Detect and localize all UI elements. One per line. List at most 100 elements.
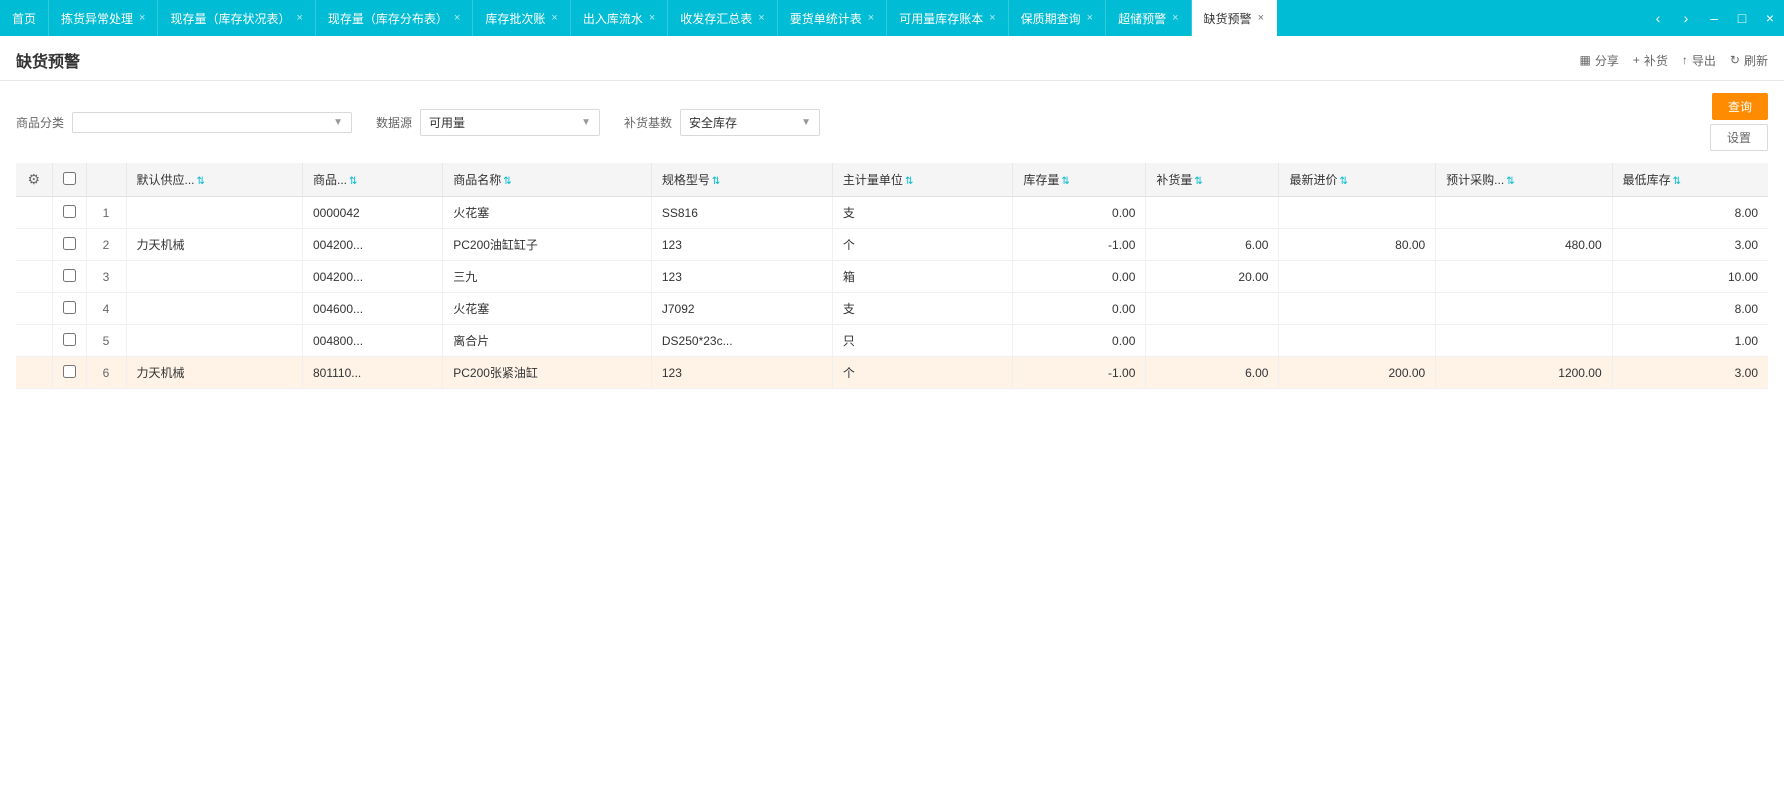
refresh-action[interactable]: ↻ 刷新 bbox=[1730, 52, 1768, 69]
tab-close-batch-account[interactable]: × bbox=[551, 12, 557, 24]
table-row: 4 004600... 火花塞 J7092 支 0.00 8.00 bbox=[16, 293, 1768, 325]
window-close-btn[interactable]: × bbox=[1756, 0, 1784, 36]
td-latest-price-4 bbox=[1279, 325, 1436, 357]
td-checkbox-4[interactable] bbox=[52, 325, 86, 357]
replenish-label: 补货 bbox=[1644, 52, 1668, 69]
tab-close-available-ledger[interactable]: × bbox=[989, 12, 995, 24]
th-checkbox bbox=[52, 163, 86, 197]
page-title: 缺货预警 bbox=[16, 48, 80, 72]
replenish-base-label: 补货基数 bbox=[624, 114, 672, 131]
tab-inventory-dist[interactable]: 现存量（库存分布表）× bbox=[316, 0, 473, 36]
replenish-base-select[interactable]: 安全库存 ▼ bbox=[680, 109, 820, 136]
row-checkbox-5[interactable] bbox=[63, 365, 76, 378]
td-stock-3: 0.00 bbox=[1013, 293, 1146, 325]
td-checkbox-5[interactable] bbox=[52, 357, 86, 389]
tab-inout-flow[interactable]: 出入库流水× bbox=[571, 0, 668, 36]
main-content: 缺货预警 ▦ 分享 + 补货 ↑ 导出 ↻ 刷新 商品分类 bbox=[0, 36, 1784, 796]
td-supplier-4 bbox=[126, 325, 302, 357]
td-stock-2: 0.00 bbox=[1013, 261, 1146, 293]
td-code-1: 004200... bbox=[302, 229, 442, 261]
th-stock[interactable]: 库存量⇅ bbox=[1013, 163, 1146, 197]
tab-abnormal[interactable]: 拣货异常处理× bbox=[49, 0, 158, 36]
tab-home[interactable]: 首页 bbox=[0, 0, 49, 36]
query-button[interactable]: 查询 bbox=[1712, 93, 1768, 120]
window-maximize-btn[interactable]: □ bbox=[1728, 0, 1756, 36]
datasource-select-text: 可用量 bbox=[429, 114, 465, 131]
select-all-checkbox[interactable] bbox=[63, 172, 76, 185]
td-gear-3 bbox=[16, 293, 52, 325]
replenish-icon: + bbox=[1633, 53, 1640, 67]
td-code-0: 0000042 bbox=[302, 197, 442, 229]
td-spec-4: DS250*23c... bbox=[651, 325, 832, 357]
th-product-code[interactable]: 商品...⇅ bbox=[302, 163, 442, 197]
row-checkbox-0[interactable] bbox=[63, 205, 76, 218]
th-gear[interactable]: ⚙ bbox=[16, 163, 52, 197]
th-estimated-purchase[interactable]: 预计采购...⇅ bbox=[1436, 163, 1612, 197]
tab-shortage[interactable]: 缺货预警× bbox=[1192, 0, 1277, 36]
replenish-base-select-text: 安全库存 bbox=[689, 114, 737, 131]
row-checkbox-4[interactable] bbox=[63, 333, 76, 346]
tab-label-home: 首页 bbox=[12, 10, 36, 27]
tab-prev-btn[interactable]: ‹ bbox=[1644, 0, 1672, 36]
tab-expiry-query[interactable]: 保质期查询× bbox=[1009, 0, 1106, 36]
settings-button[interactable]: 设置 bbox=[1710, 124, 1768, 151]
tab-close-inventory-dist[interactable]: × bbox=[454, 12, 460, 24]
td-gear-0 bbox=[16, 197, 52, 229]
category-filter-group: 商品分类 ▼ bbox=[16, 112, 352, 133]
td-index-2: 3 bbox=[86, 261, 126, 293]
tab-next-btn[interactable]: › bbox=[1672, 0, 1700, 36]
td-stock-5: -1.00 bbox=[1013, 357, 1146, 389]
th-replenish-qty[interactable]: 补货量⇅ bbox=[1146, 163, 1279, 197]
td-replenish-qty-0 bbox=[1146, 197, 1279, 229]
tab-close-expiry-query[interactable]: × bbox=[1087, 12, 1093, 24]
td-stock-4: 0.00 bbox=[1013, 325, 1146, 357]
tab-overstock[interactable]: 超储预警× bbox=[1106, 0, 1191, 36]
tab-available-ledger[interactable]: 可用量库存账本× bbox=[887, 0, 1008, 36]
tab-close-overstock[interactable]: × bbox=[1172, 12, 1178, 24]
window-minimize-btn[interactable]: – bbox=[1700, 0, 1728, 36]
filter-actions: 查询 设置 bbox=[1710, 93, 1768, 151]
share-action[interactable]: ▦ 分享 bbox=[1580, 52, 1619, 69]
row-checkbox-3[interactable] bbox=[63, 301, 76, 314]
th-min-stock[interactable]: 最低库存⇅ bbox=[1612, 163, 1768, 197]
td-code-4: 004800... bbox=[302, 325, 442, 357]
td-unit-3: 支 bbox=[832, 293, 1012, 325]
tab-batch-account[interactable]: 库存批次账× bbox=[473, 0, 570, 36]
tab-close-abnormal[interactable]: × bbox=[139, 12, 145, 24]
th-index bbox=[86, 163, 126, 197]
td-replenish-qty-3 bbox=[1146, 293, 1279, 325]
tab-close-shortage[interactable]: × bbox=[1258, 12, 1264, 24]
td-stock-0: 0.00 bbox=[1013, 197, 1146, 229]
refresh-label: 刷新 bbox=[1744, 52, 1768, 69]
datasource-select[interactable]: 可用量 ▼ bbox=[420, 109, 600, 136]
th-product-name[interactable]: 商品名称⇅ bbox=[443, 163, 652, 197]
shortage-table: ⚙ 默认供应...⇅ 商品...⇅ 商品名称⇅ 规格型号⇅ 主计量单位⇅ 库存量… bbox=[16, 163, 1768, 389]
export-action[interactable]: ↑ 导出 bbox=[1682, 52, 1716, 69]
replenish-action[interactable]: + 补货 bbox=[1633, 52, 1668, 69]
td-replenish-qty-4 bbox=[1146, 325, 1279, 357]
td-checkbox-1[interactable] bbox=[52, 229, 86, 261]
td-index-4: 5 bbox=[86, 325, 126, 357]
th-spec[interactable]: 规格型号⇅ bbox=[651, 163, 832, 197]
tab-close-inventory-status[interactable]: × bbox=[296, 12, 302, 24]
td-checkbox-0[interactable] bbox=[52, 197, 86, 229]
td-checkbox-3[interactable] bbox=[52, 293, 86, 325]
tab-receive-summary[interactable]: 收发存汇总表× bbox=[668, 0, 777, 36]
td-latest-price-0 bbox=[1279, 197, 1436, 229]
tab-close-receive-summary[interactable]: × bbox=[758, 12, 764, 24]
th-default-supplier[interactable]: 默认供应...⇅ bbox=[126, 163, 302, 197]
tab-order-stats[interactable]: 要货单统计表× bbox=[778, 0, 887, 36]
table-row: 5 004800... 离合片 DS250*23c... 只 0.00 1.00 bbox=[16, 325, 1768, 357]
th-latest-price[interactable]: 最新进价⇅ bbox=[1279, 163, 1436, 197]
th-unit[interactable]: 主计量单位⇅ bbox=[832, 163, 1012, 197]
td-checkbox-2[interactable] bbox=[52, 261, 86, 293]
row-checkbox-1[interactable] bbox=[63, 237, 76, 250]
td-min-stock-4: 1.00 bbox=[1612, 325, 1768, 357]
gear-settings-btn[interactable]: ⚙ bbox=[27, 171, 40, 188]
category-select[interactable]: ▼ bbox=[72, 112, 352, 133]
tab-inventory-status[interactable]: 现存量（库存状况表）× bbox=[158, 0, 315, 36]
export-label: 导出 bbox=[1692, 52, 1716, 69]
row-checkbox-2[interactable] bbox=[63, 269, 76, 282]
tab-close-inout-flow[interactable]: × bbox=[649, 12, 655, 24]
tab-close-order-stats[interactable]: × bbox=[868, 12, 874, 24]
